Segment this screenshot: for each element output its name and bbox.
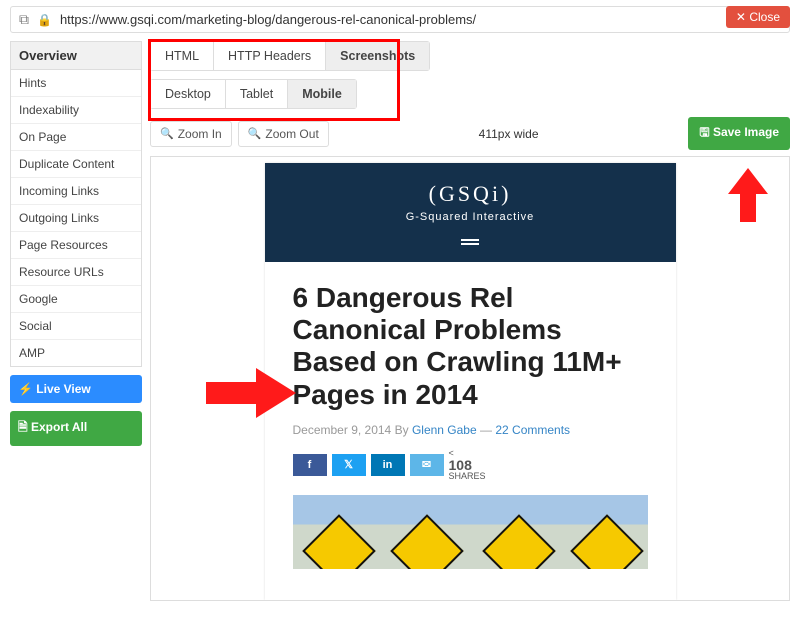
tabs-device: Desktop Tablet Mobile — [150, 79, 357, 109]
share-twitter-icon[interactable]: 𝕏 — [332, 454, 366, 476]
zoom-out-icon: 🔍 — [248, 127, 262, 140]
tab-desktop[interactable]: Desktop — [151, 80, 226, 108]
hamburger-icon[interactable] — [275, 233, 666, 248]
save-image-button[interactable]: 🖫 Save Image — [688, 117, 790, 150]
share-facebook-icon[interactable]: f — [293, 454, 327, 476]
close-button[interactable]: ✕ Close — [726, 6, 790, 28]
road-sign-icon — [390, 514, 464, 569]
export-all-button[interactable]: 🗎 Export All — [10, 411, 142, 446]
sidebar-item-pageres[interactable]: Page Resources — [11, 232, 141, 259]
sidebar-item-duplicate[interactable]: Duplicate Content — [11, 151, 141, 178]
preview-toolbar: 🔍Zoom In 🔍Zoom Out 411px wide 🖫 Save Ima… — [150, 117, 790, 150]
url-text: https://www.gsqi.com/marketing-blog/dang… — [60, 12, 781, 27]
close-label: Close — [749, 10, 780, 24]
preview-frame: (GSQi) G-Squared Interactive 6 Dangerous… — [150, 156, 790, 601]
viewport-width-label: 411px wide — [335, 127, 683, 141]
tab-httpheaders[interactable]: HTTP Headers — [214, 42, 326, 70]
preview-brand: (GSQi) — [275, 181, 666, 207]
preview-author-link[interactable]: Glenn Gabe — [412, 423, 477, 437]
preview-body: 6 Dangerous Rel Canonical Problems Based… — [265, 262, 676, 569]
share-count: < 108SHARES — [449, 449, 486, 481]
preview-header: (GSQi) G-Squared Interactive — [265, 163, 676, 262]
sidebar-item-google[interactable]: Google — [11, 286, 141, 313]
external-link-icon[interactable]: ⧉ — [19, 11, 29, 28]
share-email-icon[interactable]: ✉ — [410, 454, 444, 476]
tabs-top: HTML HTTP Headers Screenshots — [150, 41, 430, 71]
zoom-in-icon: 🔍 — [160, 127, 174, 140]
tab-screenshots[interactable]: Screenshots — [326, 42, 429, 70]
preview-article-title: 6 Dangerous Rel Canonical Problems Based… — [293, 282, 648, 411]
share-linkedin-icon[interactable]: in — [371, 454, 405, 476]
preview-social-row: f 𝕏 in ✉ < 108SHARES — [293, 449, 648, 481]
sidebar-item-amp[interactable]: AMP — [11, 340, 141, 366]
sidebar-header[interactable]: Overview — [10, 41, 142, 70]
road-sign-icon — [302, 514, 376, 569]
sidebar-list: Hints Indexability On Page Duplicate Con… — [10, 70, 142, 367]
tab-tablet[interactable]: Tablet — [226, 80, 288, 108]
sidebar-item-incoming[interactable]: Incoming Links — [11, 178, 141, 205]
preview-hero-image — [293, 495, 648, 569]
url-bar: ⧉ 🔒 https://www.gsqi.com/marketing-blog/… — [10, 6, 790, 33]
preview-tagline: G-Squared Interactive — [275, 211, 666, 223]
sidebar-item-onpage[interactable]: On Page — [11, 124, 141, 151]
sidebar-item-indexability[interactable]: Indexability — [11, 97, 141, 124]
mobile-preview: (GSQi) G-Squared Interactive 6 Dangerous… — [265, 163, 676, 600]
lock-icon: 🔒 — [37, 13, 52, 27]
preview-meta: December 9, 2014 By Glenn Gabe — 22 Comm… — [293, 423, 648, 437]
sidebar-item-hints[interactable]: Hints — [11, 70, 141, 97]
sidebar-item-outgoing[interactable]: Outgoing Links — [11, 205, 141, 232]
zoom-in-button[interactable]: 🔍Zoom In — [150, 121, 232, 147]
sidebar-item-social[interactable]: Social — [11, 313, 141, 340]
sidebar-item-resurls[interactable]: Resource URLs — [11, 259, 141, 286]
road-sign-icon — [482, 514, 556, 569]
zoom-out-button[interactable]: 🔍Zoom Out — [238, 121, 329, 147]
road-sign-icon — [570, 514, 644, 569]
sidebar: Overview Hints Indexability On Page Dupl… — [10, 41, 142, 601]
tab-html[interactable]: HTML — [151, 42, 214, 70]
live-view-button[interactable]: ⚡ Live View — [10, 375, 142, 403]
preview-comments-link[interactable]: 22 Comments — [495, 423, 570, 437]
main-panel: HTML HTTP Headers Screenshots Desktop Ta… — [150, 41, 790, 601]
tab-mobile[interactable]: Mobile — [288, 80, 356, 108]
